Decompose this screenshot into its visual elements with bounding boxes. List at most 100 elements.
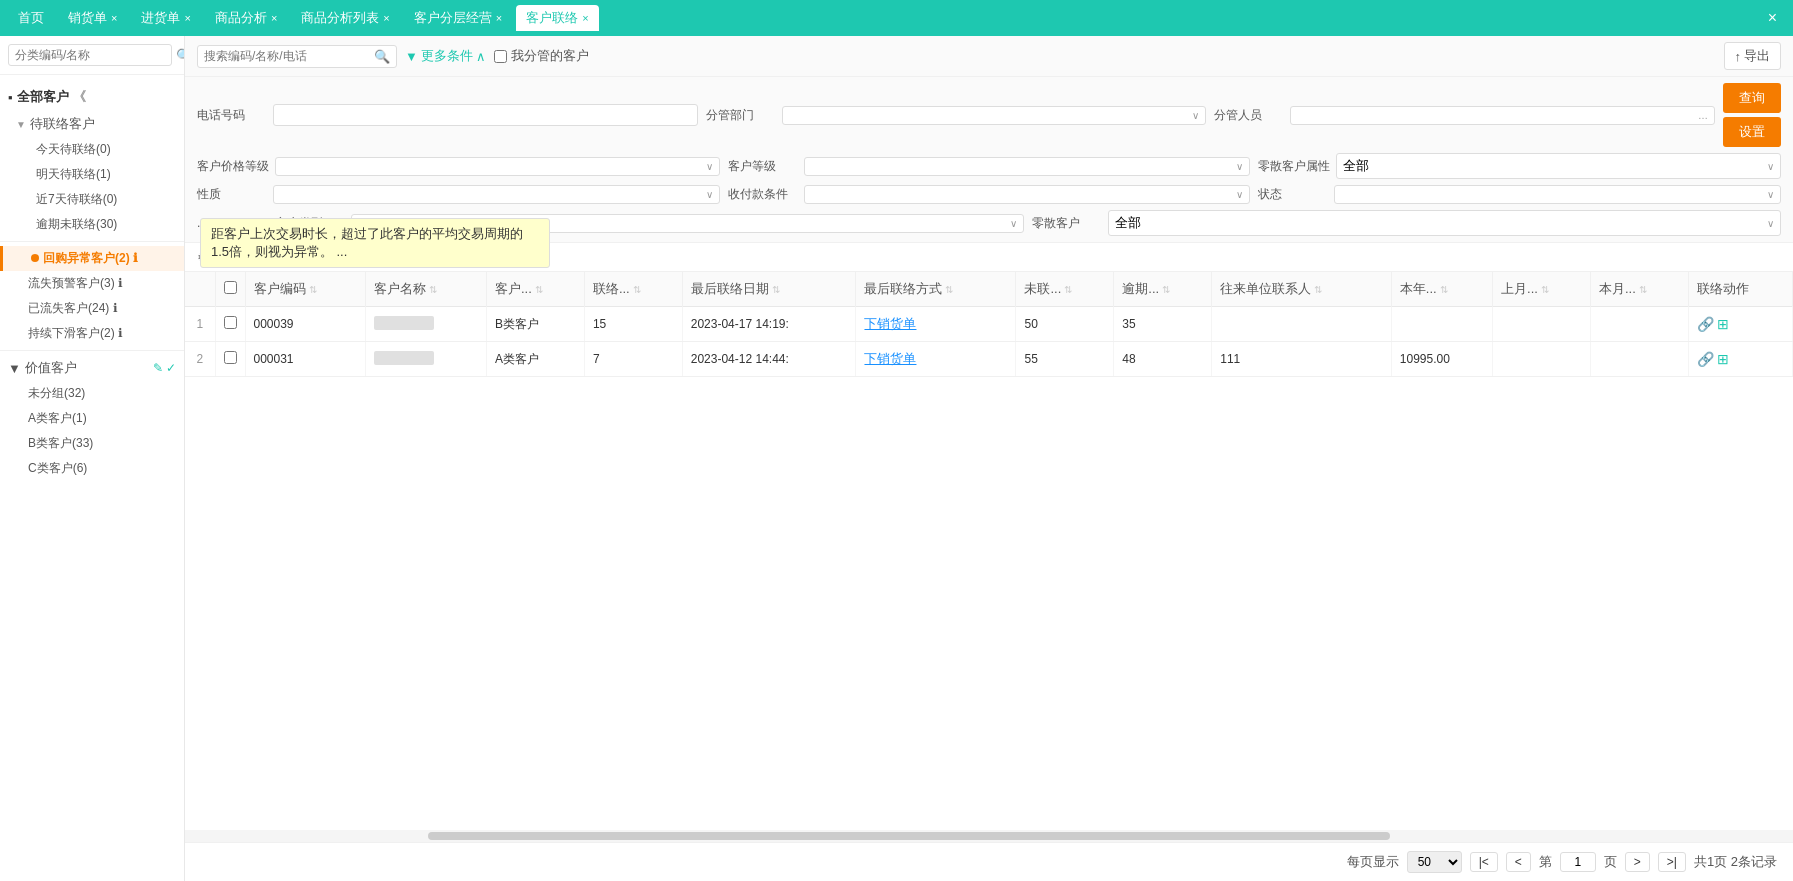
filter-search-input[interactable] [204,49,370,63]
sidebar-item-declining[interactable]: 持续下滑客户(2) ℹ [0,321,184,346]
prev-page-btn[interactable]: < [1506,852,1531,872]
total-label: 共1页 2条记录 [1694,853,1777,871]
filter-payment-select[interactable]: ∨ [804,185,1251,204]
sidebar-item-repurchase-abnormal[interactable]: 回购异常客户(2) ℹ [0,246,184,271]
th-this-year[interactable]: 本年... ⇅ [1391,272,1492,307]
sidebar-item-overdue[interactable]: 逾期未联络(30) [8,212,184,237]
nav-customer-tier[interactable]: 客户分层经营 × [404,5,512,31]
row-1-actions: 🔗 ⊞ [1688,307,1792,342]
filter-retail-customer-select[interactable]: 全部 ∨ [1108,210,1781,236]
th-last-month[interactable]: 上月... ⇅ [1493,272,1591,307]
filter-status-select[interactable]: ∨ [1334,185,1781,204]
row-1-action-grid-icon[interactable]: ⊞ [1717,316,1729,332]
filter-my-customers[interactable]: 我分管的客户 [494,47,589,65]
query-button[interactable]: 查询 [1723,83,1781,113]
nav-sales[interactable]: 销货单 × [58,5,127,31]
th-overdue[interactable]: 逾期... ⇅ [1114,272,1212,307]
sidebar-item-today[interactable]: 今天待联络(0) [8,137,184,162]
row-2-select[interactable] [224,351,237,364]
first-page-btn[interactable]: |< [1470,852,1498,872]
nav-customer-contact-close[interactable]: × [582,12,588,24]
row-2-last-contact-method[interactable]: 下销货单 [856,342,1016,377]
filter-price-level-label: 客户价格等级 [197,158,269,175]
th-uncontacted[interactable]: 未联... ⇅ [1016,272,1114,307]
sidebar-item-churned[interactable]: 已流失客户(24) ℹ [0,296,184,321]
page-number-input[interactable] [1560,852,1596,872]
filter-gender-select[interactable]: ∨ [273,185,720,204]
scrollbar-thumb[interactable] [428,832,1390,840]
collapse-icon[interactable]: 《 [73,88,86,106]
row-2-action-link-icon[interactable]: 🔗 [1697,351,1714,367]
tooltip-more[interactable]: ... [336,244,347,259]
nav-product-analysis-list-close[interactable]: × [383,12,389,24]
th-contact-person[interactable]: 往来单位联系人 ⇅ [1212,272,1392,307]
edit-icon[interactable]: ✎ ✓ [153,361,176,375]
filter-customer-level-select[interactable]: ∨ [804,157,1251,176]
filter-dept: 分管部门 ∨ [706,83,1207,147]
sidebar-value-section-title[interactable]: ▼ 价值客户 ✎ ✓ [0,355,184,381]
th-code[interactable]: 客户编码 ⇅ [245,272,366,307]
sidebar-search-icon[interactable]: 🔍 [176,48,185,63]
filter-search-box: 🔍 [197,45,397,68]
arrow-value-icon: ▼ [8,361,21,376]
filter-search-icon[interactable]: 🔍 [374,49,390,64]
filter-row-1: 电话号码 分管部门 ∨ 分管人员 … [197,83,1781,147]
per-page-select[interactable]: 50 100 200 [1407,851,1462,873]
table-area[interactable]: 客户编码 ⇅ 客户名称 ⇅ 客户... [185,272,1793,830]
sidebar-item-tomorrow[interactable]: 明天待联络(1) [8,162,184,187]
row-2-action-grid-icon[interactable]: ⊞ [1717,351,1729,367]
nav-product-analysis-close[interactable]: × [271,12,277,24]
th-this-month[interactable]: 本月... ⇅ [1590,272,1688,307]
th-level[interactable]: 客户... ⇅ [487,272,585,307]
row-1-select[interactable] [224,316,237,329]
sidebar-value-label: 价值客户 [25,359,77,377]
select-all-checkbox[interactable] [224,281,237,294]
sidebar-item-7days[interactable]: 近7天待联络(0) [8,187,184,212]
filter-price-level-select[interactable]: ∨ [275,157,720,176]
sidebar-item-class-b[interactable]: B类客户(33) [0,431,184,456]
filter-phone-label: 电话号码 [197,107,267,124]
per-page-label: 每页显示 [1347,853,1399,871]
nav-purchase-close[interactable]: × [184,12,190,24]
row-1-last-contact-method[interactable]: 下销货单 [856,307,1016,342]
sidebar-item-churn-warning[interactable]: 流失预警客户(3) ℹ [0,271,184,296]
row-1-method-link[interactable]: 下销货单 [864,316,916,331]
next-page-btn[interactable]: > [1625,852,1650,872]
th-last-contact-date[interactable]: 最后联络日期 ⇅ [682,272,856,307]
table-row: 2 000031 A类客户 7 2023-04-12 14:44: 下销货单 [185,342,1793,377]
sidebar-item-class-a[interactable]: A类客户(1) [0,406,184,431]
nav-purchase[interactable]: 进货单 × [131,5,200,31]
last-page-btn[interactable]: >| [1658,852,1686,872]
horizontal-scrollbar[interactable] [185,830,1793,842]
nav-sales-close[interactable]: × [111,12,117,24]
filter-gender: 性质 ∨ [197,185,720,204]
export-button[interactable]: ↑ 导出 [1724,42,1782,70]
settings-button[interactable]: 设置 [1723,117,1781,147]
nav-customer-contact[interactable]: 客户联络 × [516,5,598,31]
row-1-action-link-icon[interactable]: 🔗 [1697,316,1714,332]
row-2-method-link[interactable]: 下销货单 [864,351,916,366]
sidebar-root[interactable]: ▪ 全部客户 《 [0,83,184,111]
filter-manager-select[interactable]: … [1290,106,1715,125]
sidebar-item-class-c[interactable]: C类客户(6) [0,456,184,481]
filter-phone-input[interactable] [273,104,698,126]
nav-window-close[interactable]: × [1760,9,1785,27]
th-name[interactable]: 客户名称 ⇅ [366,272,487,307]
nav-product-analysis[interactable]: 商品分析 × [205,5,287,31]
filter-more-btn[interactable]: ▼ 更多条件 ∧ [405,47,486,65]
filter-retail-attr-select[interactable]: 全部 ∨ [1336,153,1781,179]
sidebar-root-label: 全部客户 [17,88,69,106]
sidebar-item-unclassified[interactable]: 未分组(32) [0,381,184,406]
th-contact-count[interactable]: 联络... ⇅ [584,272,682,307]
sidebar-section-pending-title[interactable]: ▼ 待联络客户 [8,111,184,137]
sidebar-section-pending: ▼ 待联络客户 今天待联络(0) 明天待联络(1) 近7天待联络(0) 逾期未联… [0,111,184,237]
nav-product-analysis-list[interactable]: 商品分析列表 × [291,5,399,31]
nav-home[interactable]: 首页 [8,5,54,31]
nav-customer-tier-close[interactable]: × [496,12,502,24]
export-label: 导出 [1744,47,1770,65]
filter-dept-select[interactable]: ∨ [782,106,1207,125]
sidebar-search-input[interactable] [8,44,172,66]
th-action: 联络动作 [1688,272,1792,307]
my-customers-checkbox[interactable] [494,50,507,63]
th-last-contact-method[interactable]: 最后联络方式 ⇅ [856,272,1016,307]
